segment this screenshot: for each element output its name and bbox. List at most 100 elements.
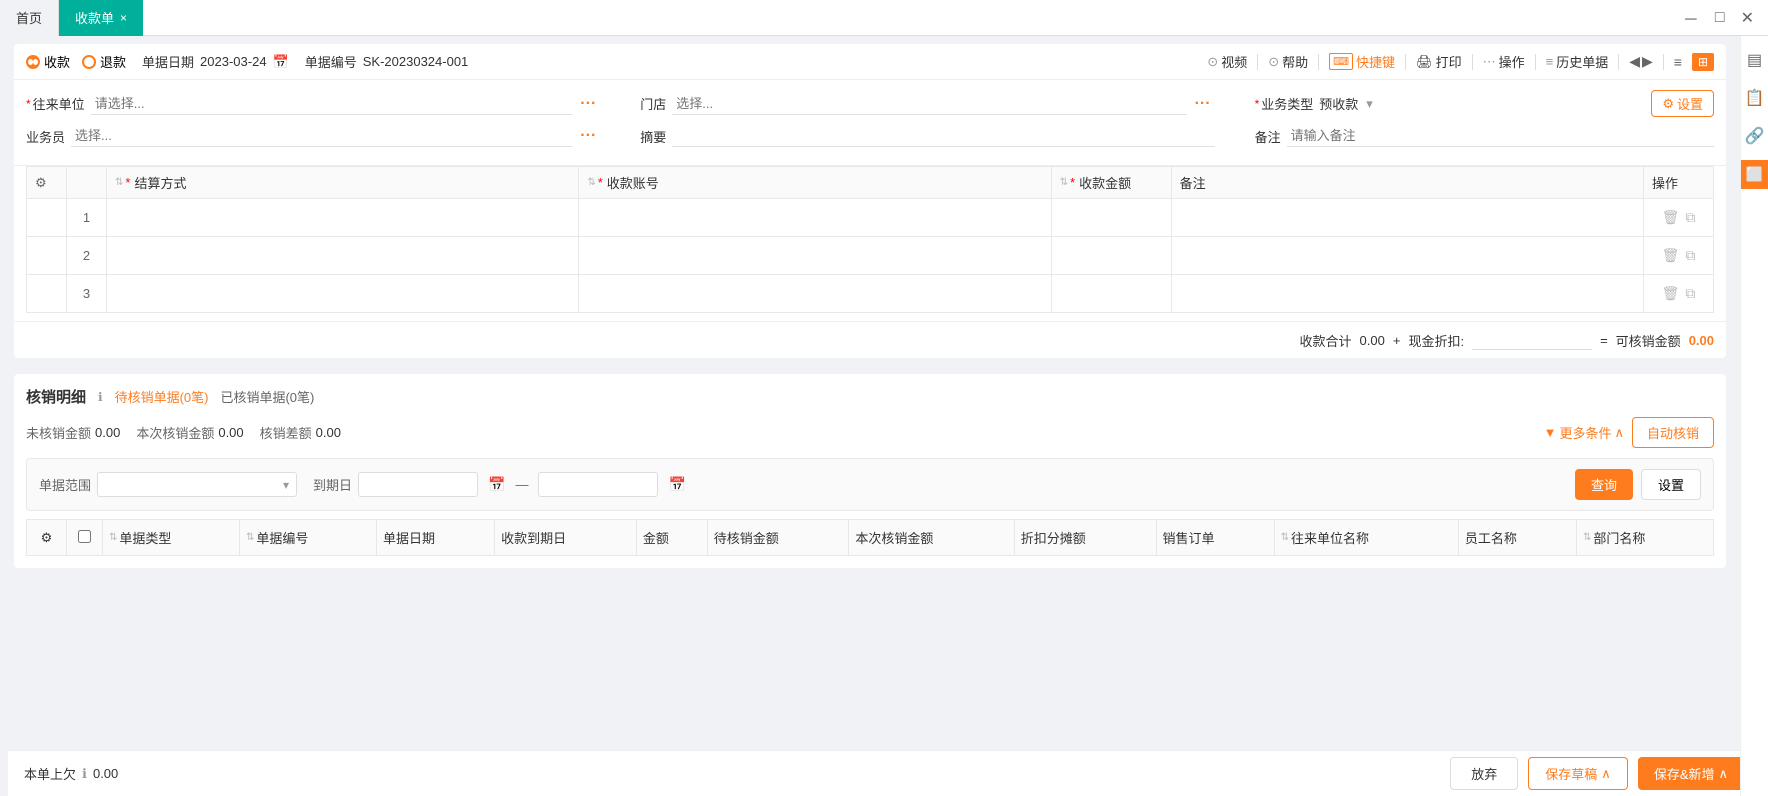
recon-settings-button[interactable]: 设置 [1641,469,1701,500]
row2-copy-icon[interactable]: ⧉ [1685,247,1695,264]
row1-notes-input[interactable] [1172,199,1643,236]
row2-delete-icon[interactable]: 🗑 [1662,247,1680,264]
date-to-input[interactable]: 2022-04-12 [538,472,658,497]
td-row2-amount[interactable] [1051,237,1171,275]
save-draft-arrow-icon: ∧ [1601,766,1611,782]
td-row3-amount[interactable] [1051,275,1171,313]
td-row3-account[interactable] [579,275,1051,313]
row2-settlement-input[interactable] [107,237,578,274]
date-from-calendar-icon[interactable]: 📅 [488,476,505,493]
store-more-icon[interactable]: ··· [1191,95,1215,113]
save-draft-button[interactable]: 保存草稿 ∧ [1528,757,1628,790]
tab-home[interactable]: 首页 [0,0,59,36]
video-btn[interactable]: ⊙ 视频 [1207,52,1247,71]
operate-icon: ⋯ [1483,54,1496,70]
discount-input[interactable] [1472,330,1592,350]
close-button[interactable]: ✕ [1737,8,1758,28]
recon-info-icon[interactable]: ℹ [98,390,103,404]
tab-active[interactable]: 收款单 × [59,0,143,36]
query-button[interactable]: 查询 [1575,469,1633,500]
more-conditions-btn[interactable]: ▼ 更多条件 ∧ [1544,423,1624,442]
tab-close-icon[interactable]: × [120,11,127,25]
row3-settlement-input[interactable] [107,275,578,312]
right-panel-table-icon[interactable]: ▤ [1747,46,1762,74]
recon-settings-icon[interactable]: ⚙ [41,530,53,545]
help-btn[interactable]: ⊙ 帮助 [1268,52,1308,71]
salesperson-input[interactable] [71,125,572,147]
settings-button[interactable]: ⚙ 设置 [1651,90,1714,117]
td-row2-account[interactable] [579,237,1051,275]
th-pending-label: 待核销金额 [714,528,779,547]
row2-account-input[interactable] [579,237,1050,274]
date-from-input[interactable]: 2022-04-01 [358,472,478,497]
td-row1-amount[interactable] [1051,199,1171,237]
radio-receive[interactable]: 收款 [26,52,70,71]
done-tab[interactable]: 已核销单据(0笔) [220,387,314,406]
date-to-calendar-icon[interactable]: 📅 [668,476,685,493]
question-icon: ⊙ [1268,54,1279,70]
minimize-button[interactable]: － [1679,6,1703,30]
save-new-button[interactable]: 保存&新增 ∧ [1638,757,1744,790]
row2-notes-input[interactable] [1172,237,1643,274]
right-panel-doc-icon[interactable]: 📋 [1745,84,1765,112]
shortcut-label: 快捷键 [1356,52,1395,71]
td-row3-notes[interactable] [1171,275,1643,313]
shortcut-btn[interactable]: ⌨ 快捷键 [1329,52,1395,71]
td-row1-account[interactable] [579,199,1051,237]
row3-delete-icon[interactable]: 🗑 [1662,285,1680,302]
row2-amount-input[interactable] [1052,237,1171,274]
row1-amount-input[interactable] [1052,199,1171,236]
table-settings-icon[interactable]: ⚙ [35,175,47,190]
td-row1-settlement[interactable] [107,199,579,237]
print-label: 打印 [1436,52,1462,71]
this-order-info-icon[interactable]: ℹ [82,766,87,782]
th-row-num [67,167,107,199]
pending-tab[interactable]: 待核销单据(0笔) [115,387,209,406]
notes-input[interactable] [1287,125,1714,147]
history-btn[interactable]: ≡ 历史单据 [1546,52,1609,71]
radio-refund[interactable]: 退款 [82,52,126,71]
auto-recon-button[interactable]: 自动核销 [1632,417,1714,448]
row3-account-input[interactable] [579,275,1050,312]
maximize-button[interactable]: □ [1711,9,1729,27]
right-panel-orange-icon[interactable]: ⬜ [1741,160,1768,189]
company-input[interactable] [91,93,573,115]
nav-arrows: ◀ ▶ [1629,53,1653,70]
td-row2-notes[interactable] [1171,237,1643,275]
biz-dropdown-arrow-icon[interactable]: ▾ [1366,96,1373,112]
th-settings[interactable]: ⚙ [27,167,67,199]
row1-copy-icon[interactable]: ⧉ [1685,209,1695,226]
recon-th-settings[interactable]: ⚙ [27,520,67,556]
operate-btn[interactable]: ⋯ 操作 [1483,52,1525,71]
select-all-checkbox[interactable] [78,530,91,543]
row3-copy-icon[interactable]: ⧉ [1685,285,1695,302]
row3-notes-input[interactable] [1172,275,1643,312]
salesperson-more-icon[interactable]: ··· [576,127,600,145]
th-bill-no-label: 单据编号 [256,528,308,547]
bill-number-value[interactable]: SK-20230324-001 [363,54,469,69]
td-row3-settlement[interactable] [107,275,579,313]
print-btn[interactable]: 🖨 打印 [1416,52,1462,71]
row1-account-input[interactable] [579,199,1050,236]
range-select[interactable] [97,472,297,497]
right-panel-link-icon[interactable]: 🔗 [1745,122,1765,150]
row1-delete-icon[interactable]: 🗑 [1662,209,1680,226]
biz-type-value[interactable]: 预收款 [1319,94,1358,113]
row1-settlement-input[interactable] [107,199,578,236]
sort-dept-icon: ⇅ [1583,532,1591,543]
abandon-button[interactable]: 放弃 [1450,757,1518,790]
company-more-icon[interactable]: ··· [576,95,600,113]
print-icon: 🖨 [1416,54,1433,70]
list-icon[interactable]: ≡ [1674,54,1682,70]
prev-arrow-icon[interactable]: ◀ [1629,53,1640,70]
row3-amount-input[interactable] [1052,275,1171,312]
date-calendar-icon[interactable]: 📅 [273,54,289,70]
summary-input[interactable] [672,125,1214,147]
date-value[interactable]: 2023-03-24 [200,54,267,69]
recon-th-employee: 员工名称 [1458,520,1576,556]
store-input[interactable] [672,93,1186,115]
td-row1-notes[interactable] [1171,199,1643,237]
td-row2-settlement[interactable] [107,237,579,275]
grid-orange-icon[interactable]: ⊞ [1692,53,1714,71]
next-arrow-icon[interactable]: ▶ [1642,53,1653,70]
